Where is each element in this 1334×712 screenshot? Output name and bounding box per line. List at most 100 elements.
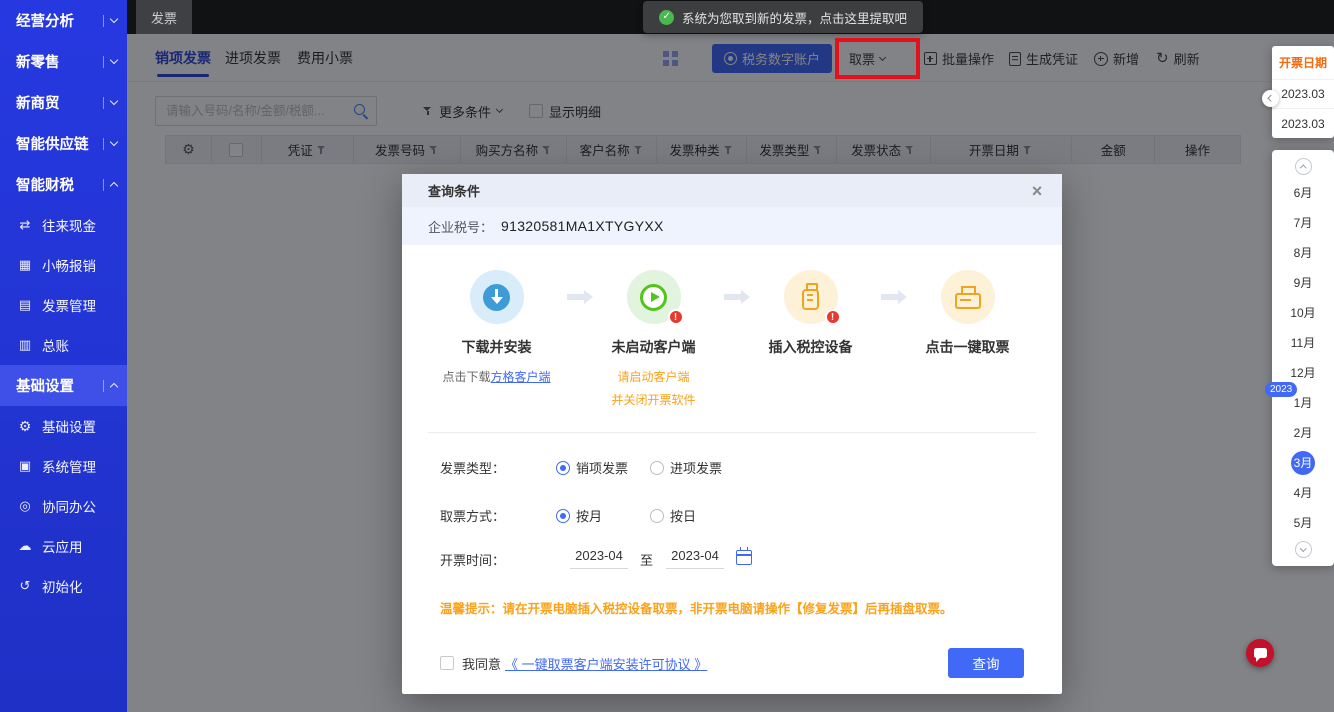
- date-from-input[interactable]: [570, 548, 628, 569]
- date-panel-card: 开票日期 2023.03 2023.03: [1262, 46, 1334, 138]
- new-invoice-toast[interactable]: 系统为您取到新的发票，点击这里提取吧: [643, 1, 924, 33]
- month-item[interactable]: 9月: [1272, 268, 1334, 298]
- step-insert-device: 插入税控设备: [742, 270, 880, 412]
- divider: [428, 432, 1036, 433]
- month-item-active[interactable]: 3月: [1272, 448, 1334, 478]
- month-item[interactable]: 6月: [1272, 178, 1334, 208]
- date-to-input[interactable]: [666, 548, 724, 569]
- recent-date-item[interactable]: 2023.03: [1272, 80, 1334, 109]
- month-item[interactable]: 8月: [1272, 238, 1334, 268]
- app-root: 经营分析 新零售 新商贸 智能供应链 智能财税 往来现金 小畅报销: [0, 0, 1334, 712]
- step-subtext: 点击下载方格客户端: [428, 366, 566, 389]
- sidebar-group-label: 智能财税: [16, 178, 74, 194]
- agreement-link[interactable]: 《 一键取票客户端安装许可协议 》: [505, 654, 707, 673]
- scroll-up-button[interactable]: [1294, 158, 1312, 175]
- client-play-icon: [626, 270, 684, 325]
- success-check-icon: [659, 9, 674, 25]
- month-item[interactable]: 7月: [1272, 208, 1334, 238]
- sidebar-group-smart-supply-chain[interactable]: 智能供应链: [0, 123, 127, 164]
- sidebar-group-new-retail[interactable]: 新零售: [0, 41, 127, 82]
- warning-badge-icon: [824, 309, 841, 325]
- month-item[interactable]: 11月: [1272, 328, 1334, 358]
- radio-purchase-invoice[interactable]: 进项发票: [650, 458, 722, 477]
- sidebar-group-new-trade[interactable]: 新商贸: [0, 82, 127, 123]
- play-icon: [640, 283, 667, 311]
- download-icon: [469, 270, 524, 324]
- usb-icon: [802, 282, 819, 310]
- radio-label: 销项发票: [576, 461, 629, 476]
- warm-tip-text: 温馨提示：请在开票电脑插入税控设备取票，非开票电脑请操作【修复发票】后再插盘取票…: [440, 602, 953, 616]
- invoice-icon: [17, 297, 33, 313]
- sidebar-item-label: 基础设置: [42, 420, 96, 435]
- radio-label: 进项发票: [670, 461, 723, 476]
- sidebar-group-basic-settings[interactable]: 基础设置: [0, 365, 127, 406]
- month-item[interactable]: 5月: [1272, 508, 1334, 538]
- divider: [103, 379, 104, 392]
- agree-label: 我同意: [462, 656, 502, 672]
- step-title: 未启动客户端: [611, 339, 696, 355]
- query-button[interactable]: 查询: [948, 648, 1024, 678]
- date-range-row: 开票时间： 至: [440, 547, 1024, 569]
- sidebar-item-cash-flow[interactable]: 往来现金: [0, 205, 127, 245]
- download-hint-text: 点击下载: [442, 370, 491, 384]
- radio-sales-invoice[interactable]: 销项发票: [556, 458, 628, 477]
- radio-icon: [650, 508, 664, 523]
- step-client-not-started: 未启动客户端 请启动客户端 并关闭开票软件: [585, 270, 723, 412]
- chevron-down-icon: [109, 137, 119, 147]
- invoice-type-row: 发票类型： 销项发票 进项发票: [440, 456, 1024, 476]
- support-chat-button[interactable]: [1246, 639, 1274, 667]
- step-download-install: 下载并安装 点击下载方格客户端: [428, 270, 566, 412]
- close-icon[interactable]: [1026, 180, 1048, 202]
- step-title: 插入税控设备: [768, 339, 853, 355]
- sidebar-item-label: 总账: [42, 339, 69, 354]
- date-range-label: 开票时间：: [440, 553, 506, 568]
- collapse-panel-button[interactable]: [1262, 90, 1279, 107]
- calendar-icon[interactable]: [736, 547, 752, 565]
- sidebar-item-cloud-apps[interactable]: 云应用: [0, 526, 127, 566]
- sidebar-item-general-ledger[interactable]: 总账: [0, 325, 127, 365]
- radio-by-month[interactable]: 按月: [556, 506, 602, 525]
- scroll-down-button[interactable]: [1294, 541, 1312, 558]
- sidebar-group-label: 经营分析: [16, 14, 74, 30]
- agree-checkbox[interactable]: [440, 656, 454, 670]
- month-item[interactable]: 2月: [1272, 418, 1334, 448]
- issue-date-panel: 开票日期 2023.03 2023.03 6月 7月 8月 9月 10月 11月…: [1262, 46, 1334, 566]
- client-warning-line1: 请启动客户端: [617, 370, 690, 384]
- sidebar-item-collaboration[interactable]: 协同办公: [0, 486, 127, 526]
- month-item[interactable]: 10月: [1272, 298, 1334, 328]
- arrow-right-icon: [566, 289, 593, 304]
- sidebar-item-system-management[interactable]: 系统管理: [0, 446, 127, 486]
- recent-date-item[interactable]: 2023.03: [1272, 109, 1334, 138]
- month-item[interactable]: 4月: [1272, 478, 1334, 508]
- usb-device-icon: [783, 270, 841, 325]
- gear-icon: [17, 418, 33, 435]
- radio-by-day[interactable]: 按日: [650, 506, 696, 525]
- divider: [103, 14, 104, 27]
- sidebar-item-expense[interactable]: 小畅报销: [0, 245, 127, 285]
- arrow-right-icon: [723, 289, 750, 304]
- sidebar-item-basic-settings[interactable]: 基础设置: [0, 406, 127, 446]
- ledger-icon: [17, 337, 33, 353]
- step-one-click-fetch: 点击一键取票: [899, 270, 1037, 412]
- sidebar-group-label: 基础设置: [16, 379, 74, 395]
- sidebar-group-smart-finance-tax[interactable]: 智能财税: [0, 164, 127, 205]
- sidebar-group-label: 智能供应链: [16, 137, 89, 153]
- sidebar-item-label: 系统管理: [42, 460, 96, 475]
- sidebar-group-business-analysis[interactable]: 经营分析: [0, 0, 127, 41]
- chevron-left-icon: [1268, 95, 1275, 102]
- chevron-up-icon: [109, 181, 119, 191]
- sidebar-item-invoice-management[interactable]: 发票管理: [0, 285, 127, 325]
- client-download-link[interactable]: 方格客户端: [491, 370, 551, 384]
- sidebar-item-label: 协同办公: [42, 500, 96, 515]
- date-panel-title[interactable]: 开票日期: [1272, 46, 1334, 80]
- radio-icon: [650, 460, 664, 475]
- topbar-tab-invoice[interactable]: 发票: [136, 0, 193, 34]
- ticket-machine-icon: [940, 270, 995, 324]
- step-subtext: 请启动客户端 并关闭开票软件: [585, 366, 723, 412]
- sidebar-item-label: 发票管理: [42, 299, 96, 314]
- sidebar-item-label: 云应用: [42, 540, 83, 555]
- sidebar-item-initialize[interactable]: 初始化: [0, 566, 127, 606]
- chevron-down-icon: [109, 14, 119, 24]
- fetch-mode-label: 取票方式：: [440, 509, 506, 524]
- toast-text: 系统为您取到新的发票，点击这里提取吧: [682, 11, 908, 26]
